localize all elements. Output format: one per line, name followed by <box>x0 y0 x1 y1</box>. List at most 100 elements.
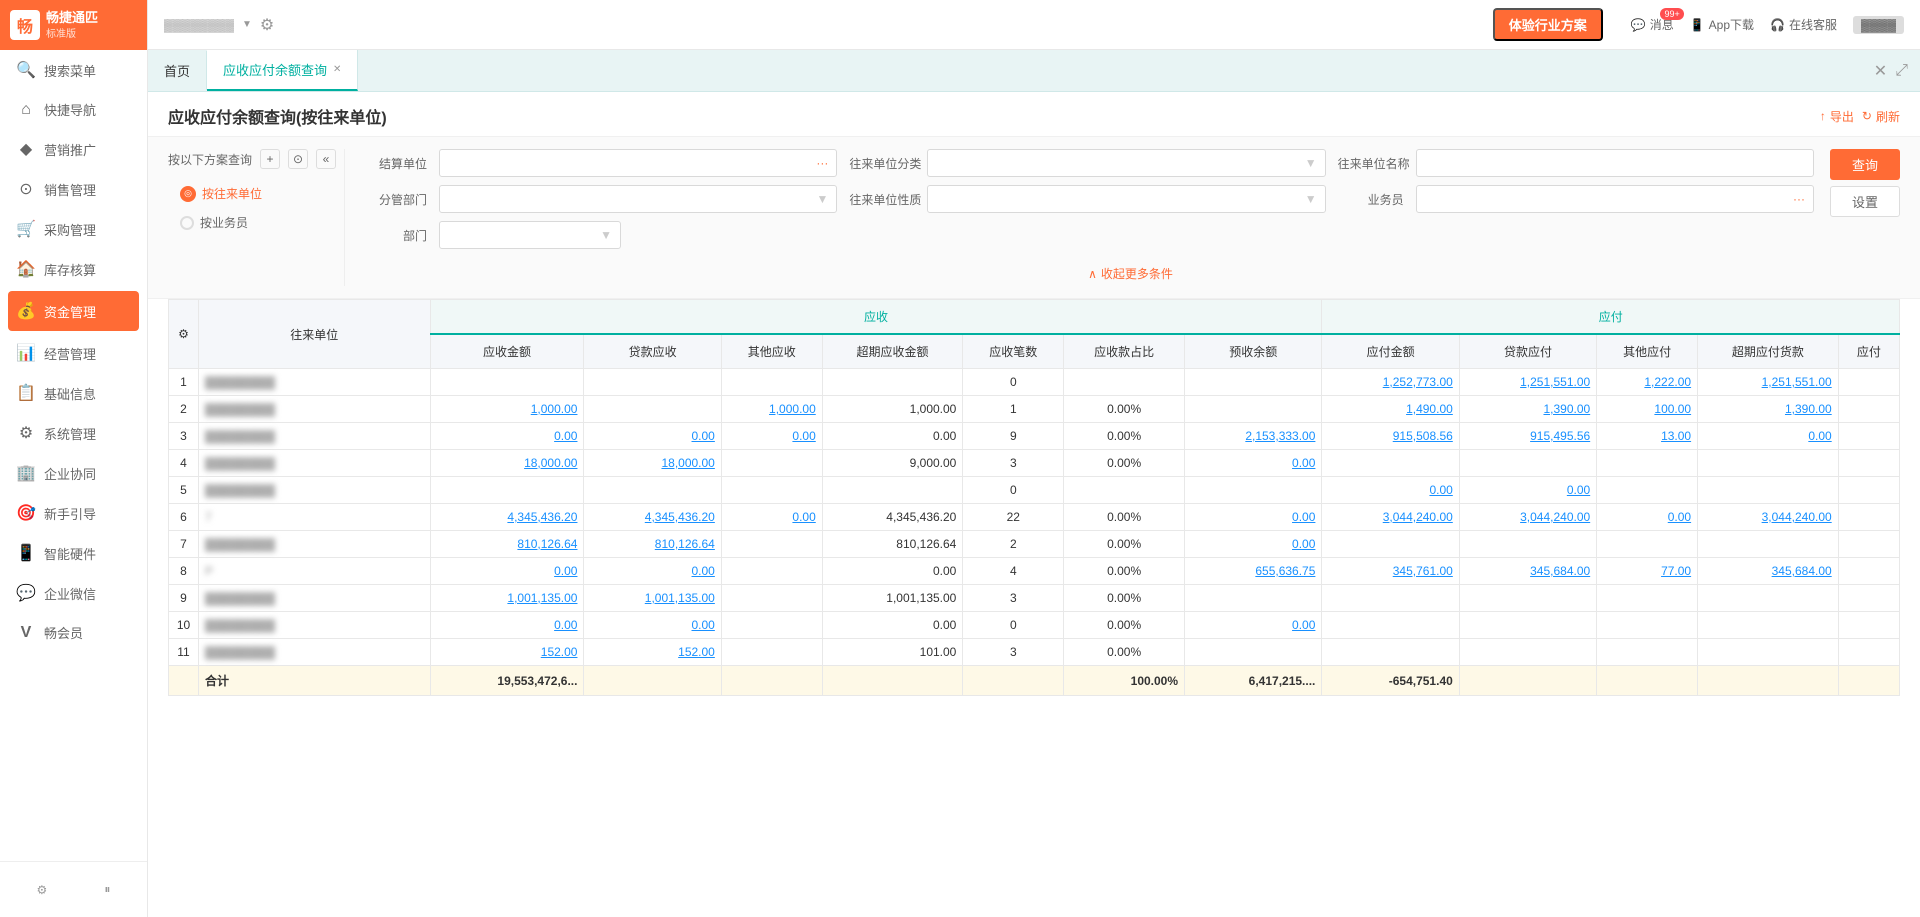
table-cell[interactable]: 152.00 <box>430 639 584 666</box>
gear-icon[interactable]: ⚙ <box>260 15 274 35</box>
table-cell[interactable]: 345,684.00 <box>1459 558 1596 585</box>
query-button[interactable]: 查询 <box>1830 149 1900 180</box>
table-cell[interactable]: 0.00 <box>1459 477 1596 504</box>
salesman-input[interactable]: ··· <box>1416 185 1814 213</box>
table-cell[interactable]: 0.00 <box>584 612 721 639</box>
sidebar-item-inventory[interactable]: 🏠 库存核算 <box>0 249 147 289</box>
sidebar-item-hardware[interactable]: 📱 智能硬件 <box>0 533 147 573</box>
messages-action[interactable]: 💬 消息 99+ <box>1631 16 1674 33</box>
table-cell[interactable]: 1,001,135.00 <box>584 585 721 612</box>
unit-name-input[interactable] <box>1416 149 1814 177</box>
table-cell[interactable]: 0.00 <box>584 423 721 450</box>
sidebar-item-marketing[interactable]: ◆ 营销推广 <box>0 129 147 169</box>
sidebar-item-enterprise[interactable]: 🏢 企业协同 <box>0 453 147 493</box>
table-cell: 11 <box>169 639 199 666</box>
table-cell[interactable]: 4,345,436.20 <box>584 504 721 531</box>
table-cell[interactable]: 810,126.64 <box>430 531 584 558</box>
user-menu[interactable]: ▓▓▓▓ <box>1853 18 1904 32</box>
table-cell[interactable]: 0.00 <box>1322 477 1459 504</box>
table-cell[interactable]: 18,000.00 <box>430 450 584 477</box>
collapse-bar[interactable]: ∧ 收起更多条件 <box>361 261 1900 286</box>
scheme-collapse-button[interactable]: « <box>316 149 336 169</box>
table-cell[interactable]: 1,390.00 <box>1698 396 1839 423</box>
table-cell[interactable]: 0.00 <box>430 612 584 639</box>
table-cell[interactable]: 915,508.56 <box>1322 423 1459 450</box>
sidebar-item-system[interactable]: ⚙ 系统管理 <box>0 413 147 453</box>
table-cell[interactable]: 0.00 <box>721 423 822 450</box>
table-cell[interactable]: 915,495.56 <box>1459 423 1596 450</box>
table-cell[interactable]: 1,390.00 <box>1459 396 1596 423</box>
table-cell[interactable]: 345,761.00 <box>1322 558 1459 585</box>
tab-close-icon[interactable]: ✕ <box>333 64 341 75</box>
tab-close-window-icon[interactable]: ✕ <box>1874 61 1887 81</box>
table-cell[interactable]: 3,044,240.00 <box>1459 504 1596 531</box>
add-scheme-button[interactable]: + <box>260 149 280 169</box>
settlement-unit-input[interactable]: ··· <box>439 149 837 177</box>
sidebar-item-purchase[interactable]: 🛒 采购管理 <box>0 209 147 249</box>
sidebar-item-wechat[interactable]: 💬 企业微信 <box>0 573 147 613</box>
setting-button[interactable]: 设置 <box>1830 186 1900 217</box>
table-cell[interactable]: 345,684.00 <box>1698 558 1839 585</box>
table-cell[interactable]: 0.00 <box>1185 504 1322 531</box>
sidebar-item-member[interactable]: V 畅会员 <box>0 613 147 652</box>
sidebar-item-search-menu[interactable]: 🔍 搜索菜单 <box>0 50 147 90</box>
table-cell[interactable]: 1,252,773.00 <box>1322 369 1459 396</box>
table-cell[interactable]: 77.00 <box>1597 558 1698 585</box>
table-cell[interactable]: 810,126.64 <box>584 531 721 558</box>
department-input[interactable]: ▼ <box>439 221 621 249</box>
table-cell[interactable]: 13.00 <box>1597 423 1698 450</box>
table-cell[interactable]: 0.00 <box>1597 504 1698 531</box>
sidebar-item-operations[interactable]: 📊 经营管理 <box>0 333 147 373</box>
sidebar-settings-btn[interactable]: ⚙ <box>21 874 64 905</box>
table-cell[interactable]: 2,153,333.00 <box>1185 423 1322 450</box>
unit-category-input[interactable]: ▼ <box>927 149 1325 177</box>
table-cell[interactable]: 1,001,135.00 <box>430 585 584 612</box>
col-settings-header[interactable]: ⚙ <box>169 300 199 369</box>
table-cell[interactable]: 1,251,551.00 <box>1459 369 1596 396</box>
table-cell[interactable]: 3,044,240.00 <box>1698 504 1839 531</box>
tab-balance-query[interactable]: 应收应付余额查询 ✕ <box>207 50 358 91</box>
table-cell[interactable]: 18,000.00 <box>584 450 721 477</box>
table-cell[interactable]: 1,000.00 <box>430 396 584 423</box>
refresh-button[interactable]: ↻ 刷新 <box>1862 108 1900 125</box>
table-cell[interactable]: 152.00 <box>584 639 721 666</box>
table-cell[interactable]: 1,490.00 <box>1322 396 1459 423</box>
scheme-by-staff[interactable]: 按业务员 <box>168 208 336 237</box>
table-cell[interactable]: 0.00 <box>584 558 721 585</box>
unit-nature-input[interactable]: ▼ <box>927 185 1325 213</box>
table-cell[interactable]: 0.00 <box>1185 612 1322 639</box>
sidebar-item-guide[interactable]: 🎯 新手引导 <box>0 493 147 533</box>
main-content: 首页 应收应付余额查询 ✕ ✕ ⤢ 应收应付余额查询(按往来单位) ↑ 导出 ↻… <box>148 50 1920 917</box>
export-button[interactable]: ↑ 导出 <box>1820 108 1854 125</box>
table-cell[interactable]: 1,222.00 <box>1597 369 1698 396</box>
table-cell[interactable]: 0.00 <box>1185 450 1322 477</box>
tab-maximize-icon[interactable]: ⤢ <box>1895 62 1908 80</box>
table-cell[interactable]: 655,636.75 <box>1185 558 1322 585</box>
dept-input[interactable]: ▼ <box>439 185 837 213</box>
table-cell[interactable]: 1,000.00 <box>721 396 822 423</box>
promo-button[interactable]: 体验行业方案 <box>1493 8 1603 41</box>
table-cell[interactable]: 0.00 <box>1185 531 1322 558</box>
table-cell[interactable]: 3,044,240.00 <box>1322 504 1459 531</box>
tab-home[interactable]: 首页 <box>148 51 207 90</box>
table-cell: 9 <box>169 585 199 612</box>
table-cell[interactable]: 0.00 <box>1698 423 1839 450</box>
sidebar-item-finance[interactable]: 💰 资金管理 <box>8 291 139 331</box>
settings-icon[interactable]: ⚙ <box>178 327 189 341</box>
breadcrumb-arrow-icon[interactable]: ▼ <box>242 19 252 30</box>
scheme-settings-button[interactable]: ⊙ <box>288 149 308 169</box>
online-service-action[interactable]: 🎧 在线客服 <box>1770 16 1837 33</box>
table-cell[interactable]: 0.00 <box>721 504 822 531</box>
table-cell <box>1185 477 1322 504</box>
sidebar-item-sales[interactable]: ⊙ 销售管理 <box>0 169 147 209</box>
sidebar-collapse-btn[interactable]: ⏸ <box>88 874 126 905</box>
table-cell[interactable]: 0.00 <box>430 423 584 450</box>
table-cell[interactable]: 100.00 <box>1597 396 1698 423</box>
table-cell[interactable]: 0.00 <box>430 558 584 585</box>
table-cell[interactable]: 4,345,436.20 <box>430 504 584 531</box>
sidebar-item-quick-nav[interactable]: ⌂ 快捷导航 <box>0 90 147 129</box>
app-download-action[interactable]: 📱 App下载 <box>1690 16 1754 33</box>
sidebar-item-basic-info[interactable]: 📋 基础信息 <box>0 373 147 413</box>
scheme-by-unit[interactable]: ◎ 按往来单位 <box>168 179 336 208</box>
table-cell[interactable]: 1,251,551.00 <box>1698 369 1839 396</box>
